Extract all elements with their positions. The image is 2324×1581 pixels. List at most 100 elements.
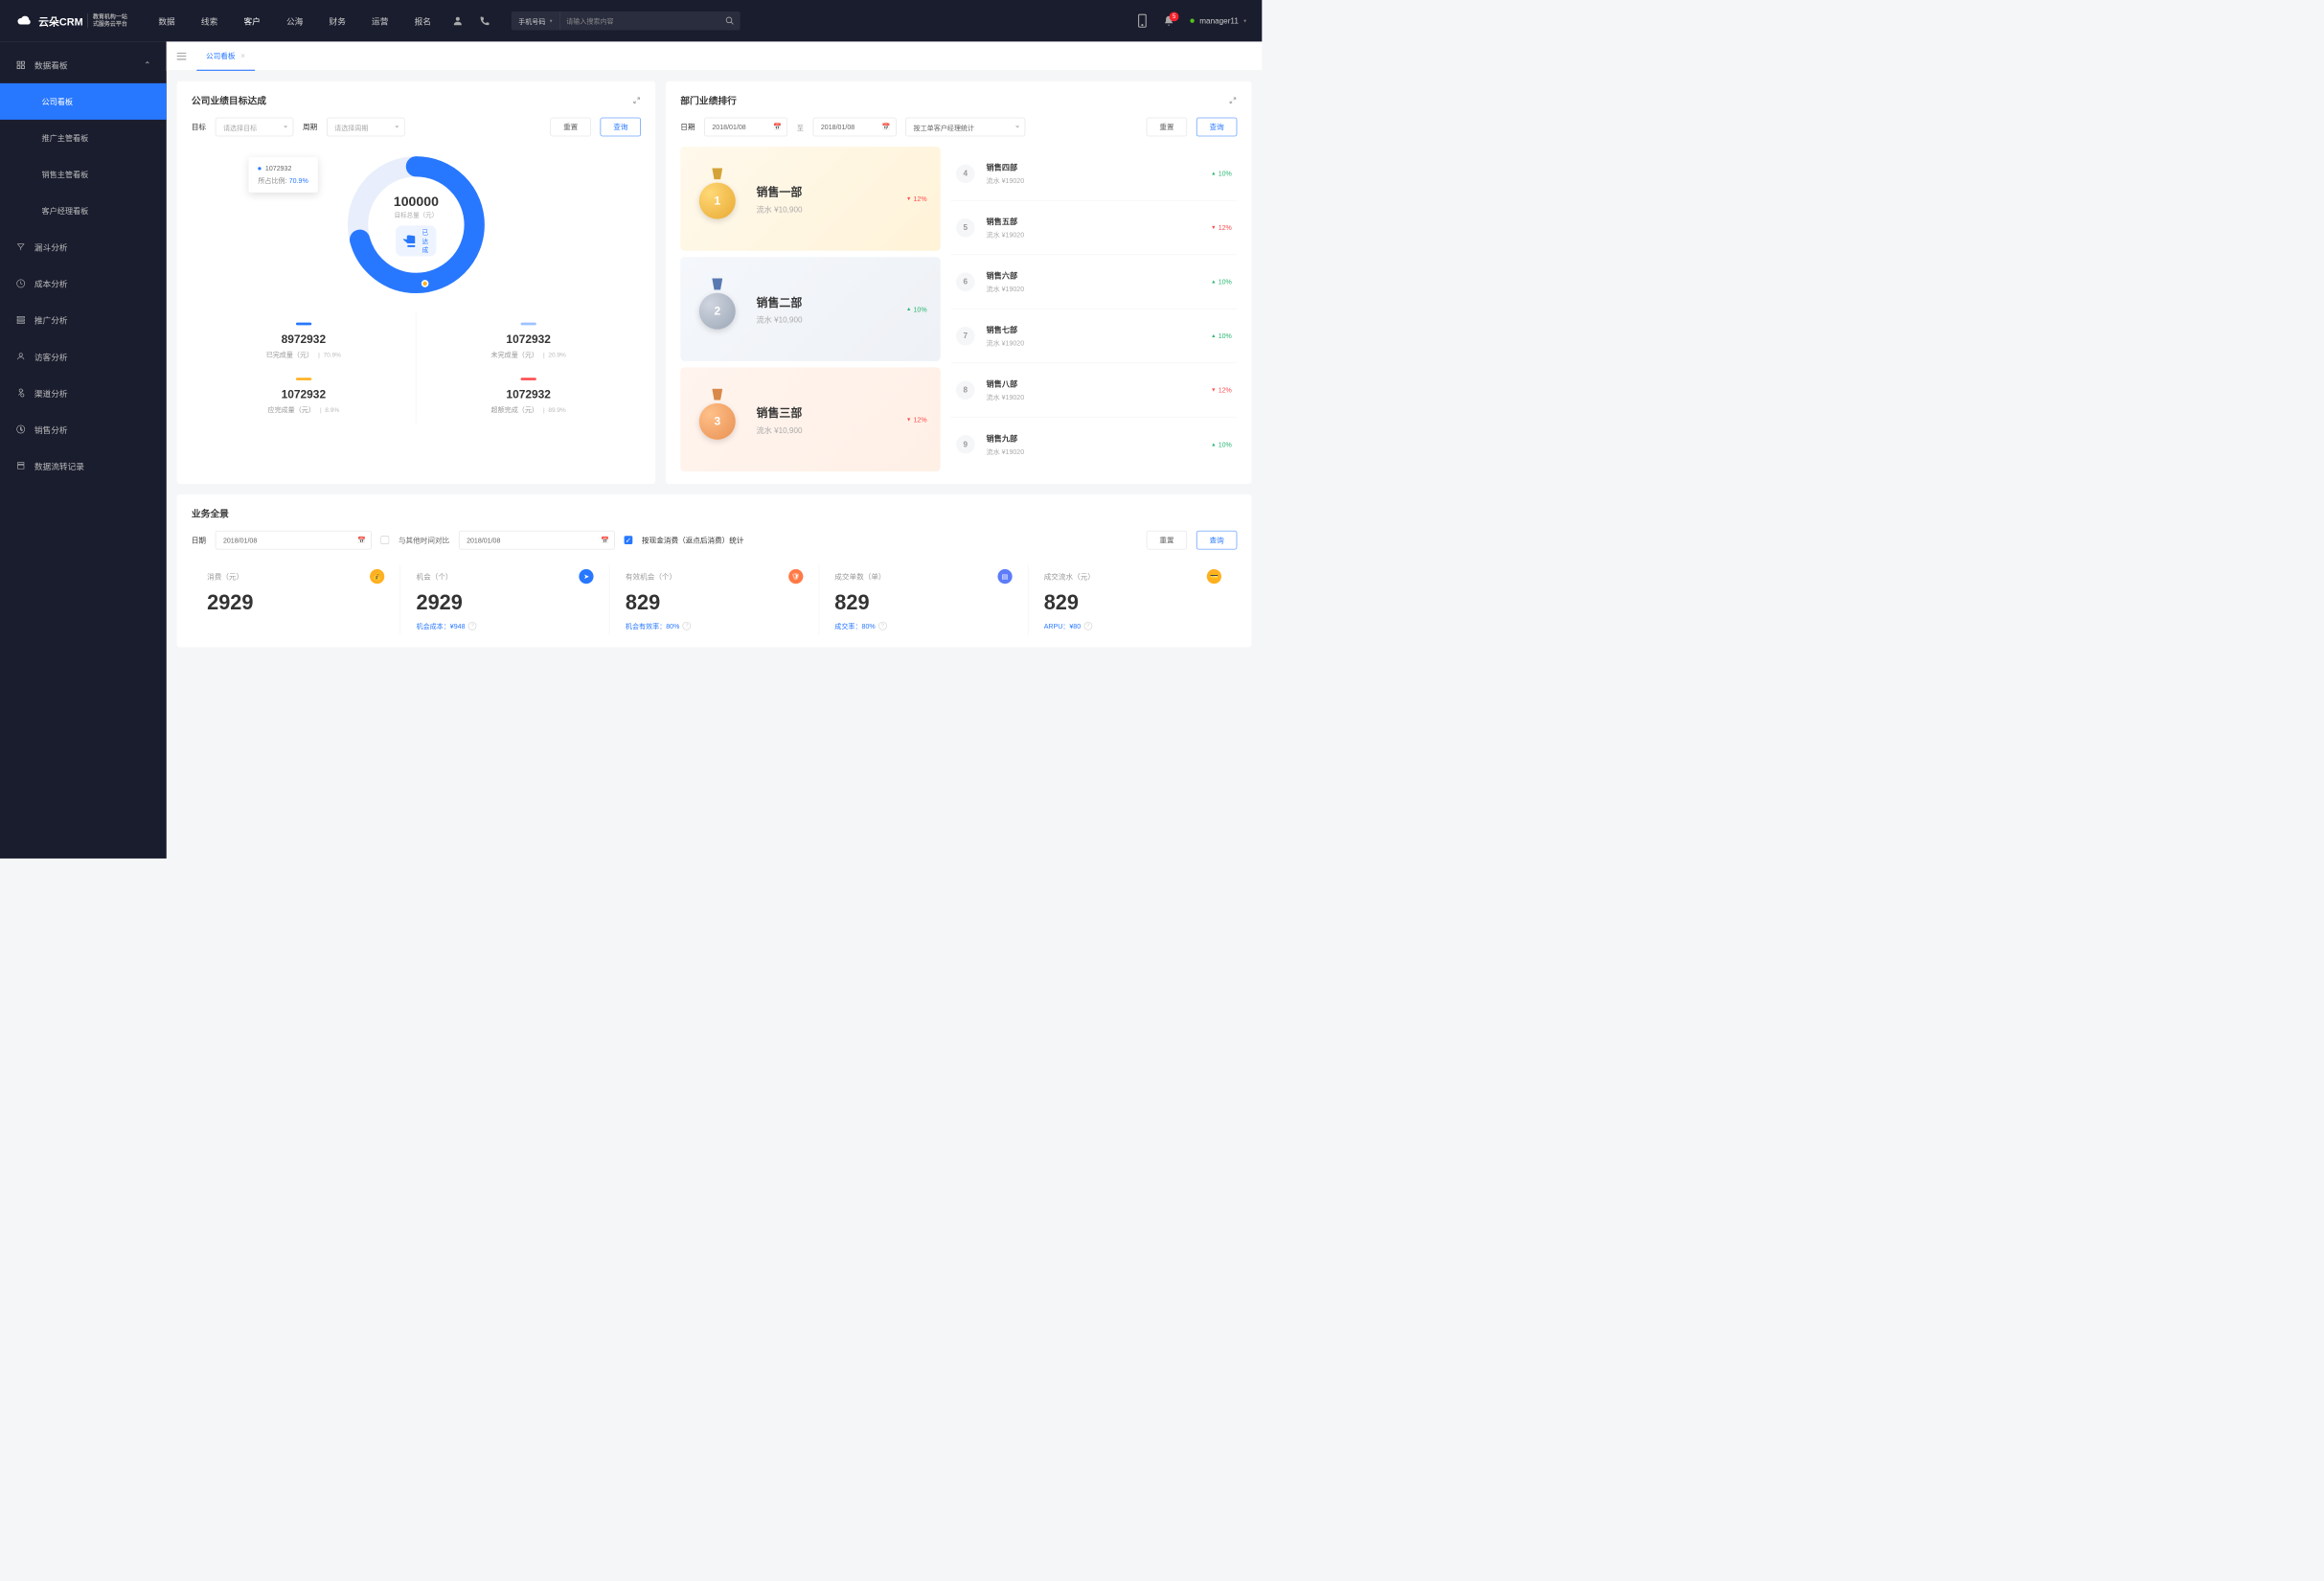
nav-item-4[interactable]: 财务 [330,14,346,27]
sidebar-sub-3[interactable]: 客户经理看板 [0,193,167,229]
rank-number: 6 [956,272,975,291]
label-target: 目标 [192,122,206,132]
sidebar-item-4[interactable]: 渠道分析 [0,375,167,411]
rank-number: 7 [956,327,975,346]
rank-row: 6销售六部流水 ¥19020▲10% [951,255,1238,309]
sidebar-sub-1[interactable]: 推广主管看板 [0,120,167,156]
notification-bell[interactable]: 5 [1163,15,1174,27]
query-button[interactable]: 查询 [601,118,641,137]
user-menu[interactable]: manager11▾ [1190,16,1246,25]
nav-item-5[interactable]: 运营 [372,14,388,27]
search-type-select[interactable]: 手机号码▾ [512,11,560,31]
dashboard-icon [15,60,26,70]
cloud-icon [15,13,33,28]
kpi-icon: 💳 [1207,569,1221,584]
sidebar-sub-0[interactable]: 公司看板 [0,83,167,120]
user-icon[interactable] [452,15,464,27]
kpi-item: 成交流水（元）💳829ARPU：¥80? [1028,565,1237,635]
topbar: 云朵CRM 教育机构一站式服务云平台 数据线索客户公海财务运营报名 手机号码▾ … [0,0,1262,41]
podium-item: 3销售三部流水 ¥10,900▼12% [680,367,941,471]
side-icon [15,352,26,361]
nav-item-3[interactable]: 公海 [286,14,303,27]
side-icon [15,242,26,252]
collapse-sidebar-icon[interactable] [177,53,187,60]
reset-button[interactable]: 重置 [1147,118,1187,137]
nav-item-0[interactable]: 数据 [158,14,174,27]
rank-number: 9 [956,435,975,454]
rank-row: 8销售八部流水 ¥19020▼12% [951,363,1238,417]
date-input[interactable]: 2018/01/08📅 [216,531,372,550]
select-period[interactable]: 请选择周期 [327,118,404,137]
close-icon[interactable]: ✕ [240,52,245,59]
nav-item-1[interactable]: 线索 [201,14,217,27]
help-icon[interactable]: ? [683,622,692,630]
kpi-icon: 🛡 [788,569,803,584]
query-button[interactable]: 查询 [1196,531,1237,550]
notification-badge: 5 [1170,11,1179,21]
date-from[interactable]: 2018/01/08📅 [704,118,787,137]
help-icon[interactable]: ? [468,622,477,630]
stat-item: 8972932已完成量（元） | 70.9% [192,313,417,369]
sidebar-item-2[interactable]: 推广分析 [0,302,167,338]
help-icon[interactable]: ? [1083,622,1092,630]
sidebar-item-5[interactable]: 销售分析 [0,411,167,447]
kpi-item: 消费（元）💰2929 [192,565,400,635]
tab-company-dashboard[interactable]: 公司看板✕ [196,41,255,70]
query-button[interactable]: 查询 [1196,118,1237,137]
reset-button[interactable]: 重置 [550,118,590,137]
label-date: 日期 [680,122,695,132]
mobile-icon[interactable] [1137,13,1148,28]
phone-icon[interactable] [479,15,490,27]
chevron-up-icon: ⌃ [144,59,150,70]
sidebar-item-6[interactable]: 数据流转记录 [0,447,167,484]
achieved-badge: 已达成 [396,225,436,256]
sidebar-item-3[interactable]: 访客分析 [0,338,167,375]
search-icon[interactable] [719,16,740,26]
sidebar-item-1[interactable]: 成本分析 [0,265,167,302]
card-ranking: 部门业绩排行 日期 2018/01/08📅 至 2018/01/08📅 按工单客… [666,81,1251,484]
kpi-item: 机会（个）➤2929机会成本：¥948? [400,565,609,635]
expand-icon[interactable] [1229,96,1238,104]
sidebar-sub-2[interactable]: 销售主管看板 [0,156,167,193]
trend-indicator: ▼12% [906,195,927,202]
card-title: 业务全景 [192,507,229,520]
rank-row: 7销售七部流水 ¥19020▲10% [951,309,1238,363]
donut-handle [422,280,429,287]
date-to[interactable]: 2018/01/08📅 [813,118,897,137]
chart-tooltip: 1072932 所占比例:70.9% [249,157,318,193]
logo: 云朵CRM 教育机构一站式服务云平台 [15,13,126,29]
kpi-icon: ➤ [580,569,594,584]
cash-checkbox[interactable]: ✓ [625,536,633,544]
card-goal: 公司业绩目标达成 目标 请选择目标 周期 请选择周期 重置 查询 [177,81,656,484]
donut-label: 目标总量（元） [394,211,439,219]
podium-item: 2销售二部流水 ¥10,900▲10% [680,257,941,361]
medal-icon: 2 [694,286,740,332]
select-stat-mode[interactable]: 按工单客户经理统计 [905,118,1025,137]
select-target[interactable]: 请选择目标 [216,118,293,137]
rank-number: 4 [956,164,975,183]
nav-item-2[interactable]: 客户 [243,14,260,27]
compare-checkbox[interactable] [380,536,389,544]
sidebar-group-dashboard[interactable]: 数据看板 ⌃ [0,47,167,83]
medal-icon: 3 [694,396,740,443]
nav-item-6[interactable]: 报名 [415,14,431,27]
tab-bar: 公司看板✕ [167,41,1263,70]
calendar-icon: 📅 [773,123,782,131]
side-icon [15,461,26,470]
expand-icon[interactable] [632,96,641,104]
compare-label: 与其他时间对比 [399,535,449,545]
card-title: 公司业绩目标达成 [192,94,266,107]
help-icon[interactable]: ? [878,622,887,630]
search-input[interactable] [560,11,719,31]
sidebar-item-0[interactable]: 漏斗分析 [0,229,167,265]
donut-total: 100000 [394,194,439,210]
date-compare-input[interactable]: 2018/01/08📅 [459,531,615,550]
reset-button[interactable]: 重置 [1147,531,1187,550]
date-sep: 至 [797,122,804,131]
search-box: 手机号码▾ [512,11,740,31]
stat-item: 1072932应完成量（元） | 8.9% [192,368,417,424]
kpi-item: 成交单数（单）▤829成交率：80%? [819,565,1028,635]
trend-indicator: ▼12% [1211,223,1232,231]
trend-indicator: ▲10% [906,305,927,312]
calendar-icon: 📅 [357,536,366,544]
